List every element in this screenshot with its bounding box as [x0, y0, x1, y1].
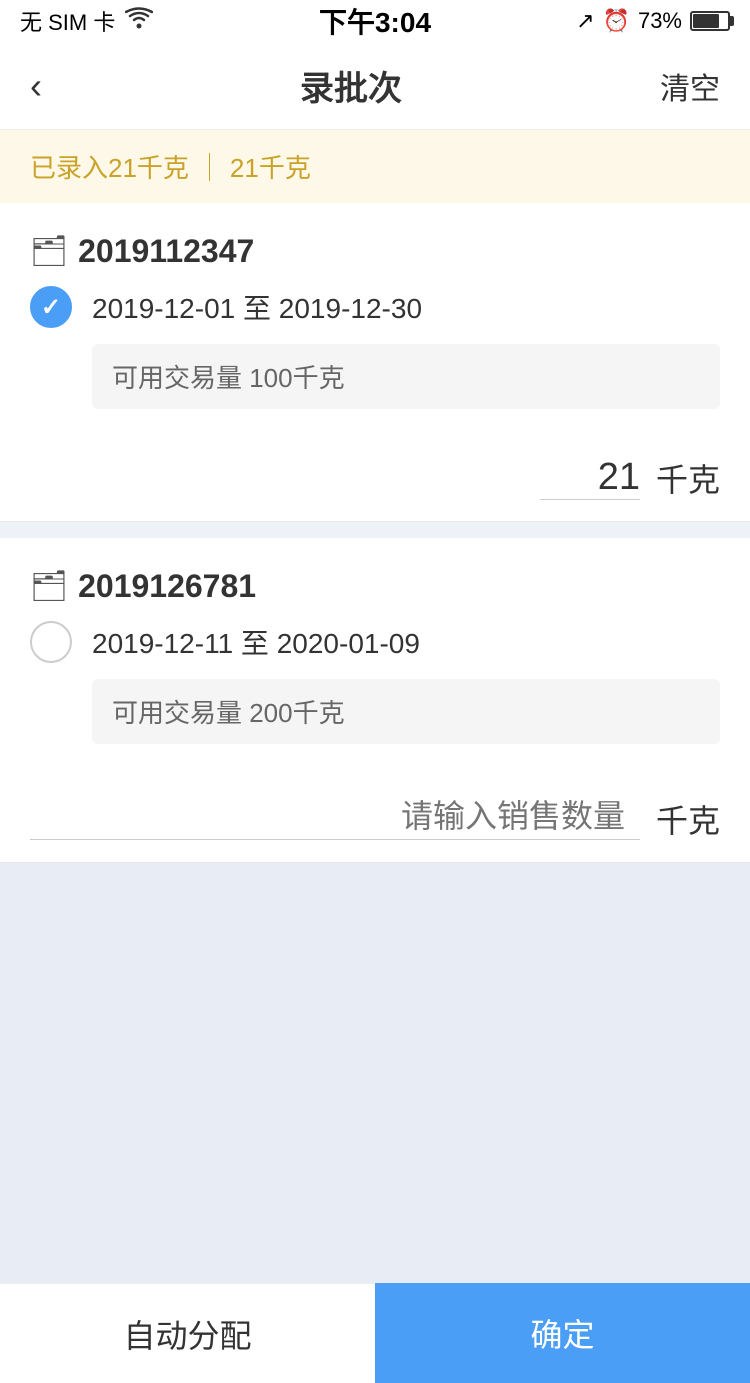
- battery-percent: 73%: [638, 8, 682, 34]
- batch-1-quantity-value[interactable]: 21: [540, 456, 640, 500]
- summary-label: 已录入21千克: [30, 148, 189, 185]
- batch-2-capacity-box: 可用交易量 200千克: [92, 679, 720, 744]
- batch-1-id: 2019112347: [78, 233, 254, 270]
- confirm-button[interactable]: 确定: [375, 1283, 750, 1383]
- wifi-icon: [125, 7, 153, 35]
- status-time: 下午3:04: [319, 1, 431, 41]
- bottom-bar: 自动分配 确定: [0, 1283, 750, 1383]
- content-area: 🗂 2019112347 2019-12-01 至 2019-12-30 可用交…: [0, 203, 750, 1283]
- batch-2-dates-row[interactable]: 2019-12-11 至 2020-01-09: [30, 621, 720, 663]
- status-bar: 无 SIM 卡 下午3:04 ↗ ⏰ 73%: [0, 0, 750, 42]
- battery-icon: [690, 11, 730, 31]
- alarm-icon: ⏰: [603, 8, 630, 34]
- batch-1-capacity-box: 可用交易量 100千克: [92, 344, 720, 409]
- batch-1-doc-icon: 🗂: [30, 234, 68, 269]
- section-separator: [0, 522, 750, 538]
- batch-1-header: 🗂 2019112347: [30, 233, 720, 270]
- batch-2-radio[interactable]: [30, 621, 72, 663]
- batch-1-qty-number: 21: [598, 456, 640, 498]
- clear-button[interactable]: 清空: [660, 64, 720, 108]
- batch-1-radio[interactable]: [30, 286, 72, 328]
- batch-item-1: 🗂 2019112347 2019-12-01 至 2019-12-30 可用交…: [0, 203, 750, 445]
- location-icon: ↗: [576, 8, 594, 34]
- summary-value: 21千克: [230, 148, 311, 185]
- batch-1-quantity-row: 21 千克: [0, 445, 750, 522]
- batch-1-unit: 千克: [656, 455, 720, 501]
- batch-2-header: 🗂 2019126781: [30, 568, 720, 605]
- batch-2-dates: 2019-12-11 至 2020-01-09: [92, 622, 420, 662]
- back-button[interactable]: ‹: [30, 65, 42, 107]
- batch-2-input-row[interactable]: 千克: [0, 780, 750, 863]
- batch-2-qty-input[interactable]: [30, 798, 640, 840]
- batch-1-capacity: 可用交易量 100千克: [112, 363, 345, 393]
- auto-distribute-button[interactable]: 自动分配: [0, 1283, 375, 1383]
- status-right: ↗ ⏰ 73%: [576, 8, 730, 34]
- batch-2-unit: 千克: [656, 796, 720, 842]
- batch-item-2: 🗂 2019126781 2019-12-11 至 2020-01-09 可用交…: [0, 538, 750, 780]
- batch-1-dates-row[interactable]: 2019-12-01 至 2019-12-30: [30, 286, 720, 328]
- summary-bar: 已录入21千克 21千克: [0, 130, 750, 203]
- batch-2-doc-icon: 🗂: [30, 569, 68, 604]
- nav-bar: ‹ 录批次 清空: [0, 42, 750, 130]
- status-left: 无 SIM 卡: [20, 5, 153, 37]
- batch-2-capacity: 可用交易量 200千克: [112, 698, 345, 728]
- page-title: 录批次: [300, 61, 402, 110]
- empty-area: [0, 863, 750, 1283]
- carrier-text: 无 SIM 卡: [20, 5, 115, 37]
- batch-1-dates: 2019-12-01 至 2019-12-30: [92, 287, 422, 327]
- batch-2-id: 2019126781: [78, 568, 256, 605]
- summary-divider: [209, 153, 210, 181]
